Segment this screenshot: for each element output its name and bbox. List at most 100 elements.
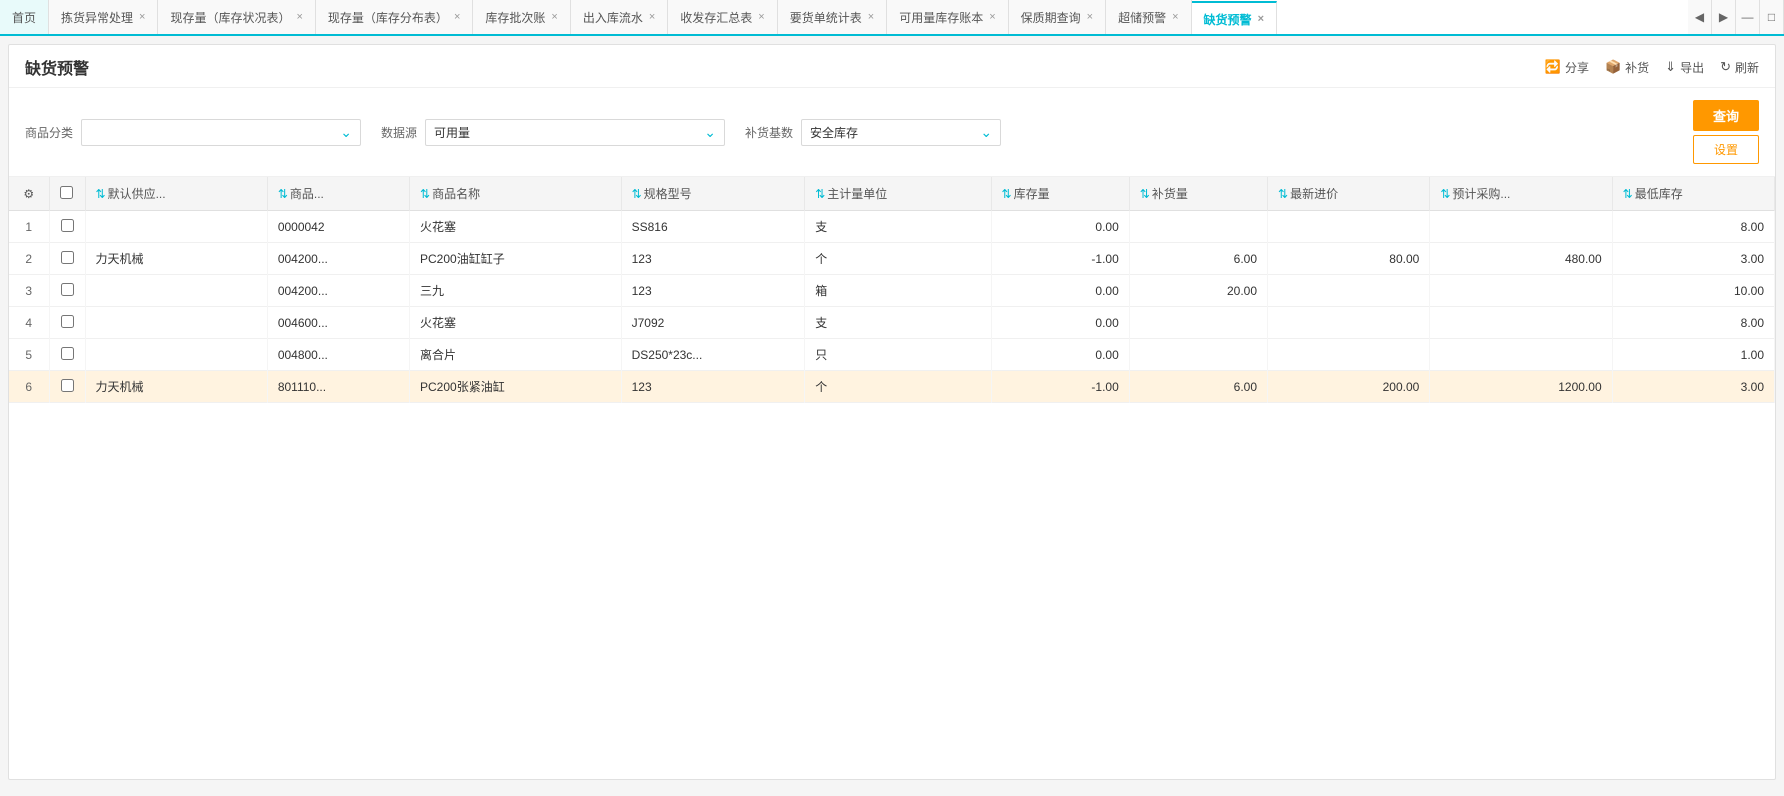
price-cell [1268,275,1430,307]
spec-cell: SS816 [621,211,805,243]
replenish-action[interactable]: 📦 补货 [1605,59,1649,76]
stock-column-header[interactable]: ⇅库存量 [991,177,1129,211]
replenish-cell [1129,211,1267,243]
tab-label-inventory-dist: 现存量（库存分布表） [328,9,448,26]
row-index: 3 [9,275,49,307]
tab-abnormal[interactable]: 拣货异常处理× [49,0,158,34]
tab-label-expiry-query: 保质期查询 [1021,9,1081,26]
tab-close-abnormal[interactable]: × [139,11,145,23]
tab-close-available-ledger[interactable]: × [989,11,995,23]
row-checkbox[interactable] [61,379,74,392]
category-select[interactable]: ⌄ [81,119,361,146]
gear-column-header[interactable]: ⚙ [9,177,49,211]
tab-home[interactable]: 首页 [0,0,49,34]
est-sort-icon: ⇅ [1440,187,1450,201]
name-column-header[interactable]: ⇅商品名称 [410,177,622,211]
est-purchase-column-header[interactable]: ⇅预计采购... [1430,177,1612,211]
replenish-column-header[interactable]: ⇅补货量 [1129,177,1267,211]
unit-cell: 只 [805,339,991,371]
category-arrow-icon: ⌄ [340,124,352,141]
settings-button[interactable]: 设置 [1693,135,1759,164]
row-checkbox[interactable] [61,219,74,232]
tab-shortage-warning[interactable]: 缺货预警× [1192,1,1277,34]
table-row: 2力天机械004200...PC200油缸缸子123个-1.006.0080.0… [9,243,1775,275]
tab-close-overstock-warning[interactable]: × [1172,11,1178,23]
supplier-column-header[interactable]: ⇅默认供应... [85,177,267,211]
refresh-icon: ↻ [1720,59,1731,75]
tab-close-collect-summary[interactable]: × [758,11,764,23]
tab-demand-stats[interactable]: 要货单统计表 × [778,0,887,34]
code-cell: 004200... [267,275,409,307]
query-button[interactable]: 查询 [1693,100,1759,131]
supplier-cell [85,339,267,371]
row-index: 6 [9,371,49,403]
price-column-label: 最新进价 [1290,187,1338,201]
tab-label-batch-account: 库存批次账 [485,9,545,26]
checkbox-column-header [49,177,85,211]
est-purchase-cell [1430,307,1612,339]
replenish-base-label: 补货基数 [745,124,793,141]
datasource-label: 数据源 [381,124,417,141]
unit-cell: 个 [805,371,991,403]
unit-column-header[interactable]: ⇅主计量单位 [805,177,991,211]
replenish-base-arrow-icon: ⌄ [980,124,992,141]
replenish-cell: 6.00 [1129,371,1267,403]
row-checkbox[interactable] [61,251,74,264]
tab-close-inventory-status[interactable]: × [296,11,302,23]
tab-available-ledger[interactable]: 可用量库存账本× [887,0,1008,34]
replenish-label: 补货 [1625,59,1649,76]
data-table: ⚙ ⇅默认供应... ⇅商品... ⇅商品名称 ⇅规格型号 ⇅主计量单位 ⇅库存… [9,177,1775,403]
replenish-base-value: 安全库存 [810,124,858,141]
tab-next-button[interactable]: ▶ [1712,0,1736,34]
tab-prev-button[interactable]: ◀ [1688,0,1712,34]
tab-close-demand-stats[interactable]: × [868,11,874,23]
tab-minimize-button[interactable]: — [1736,0,1760,34]
spec-column-header[interactable]: ⇅规格型号 [621,177,805,211]
export-action[interactable]: ⇓ 导出 [1665,59,1704,76]
min-stock-column-header[interactable]: ⇅最低库存 [1612,177,1774,211]
tab-close-expiry-query[interactable]: × [1087,11,1093,23]
tab-expiry-query[interactable]: 保质期查询 × [1009,0,1106,34]
price-column-header[interactable]: ⇅最新进价 [1268,177,1430,211]
supplier-cell [85,307,267,339]
replenish-base-select[interactable]: 安全库存 ⌄ [801,119,1001,146]
select-all-checkbox[interactable] [60,186,73,199]
row-checkbox[interactable] [61,347,74,360]
supplier-cell: 力天机械 [85,243,267,275]
refresh-action[interactable]: ↻ 刷新 [1720,59,1759,76]
share-action[interactable]: 🔁 分享 [1545,59,1589,76]
replenish-cell [1129,339,1267,371]
tab-batch-account[interactable]: 库存批次账 × [473,0,570,34]
tab-close-shortage-warning[interactable]: × [1258,13,1264,25]
code-column-label: 商品... [290,187,324,201]
tab-close-batch-account[interactable]: × [551,11,557,23]
price-cell [1268,307,1430,339]
tab-collect-summary[interactable]: 收发存汇总表× [668,0,777,34]
min-stock-cell: 3.00 [1612,371,1774,403]
name-cell: 火花塞 [410,307,622,339]
stock-cell: -1.00 [991,371,1129,403]
tab-label-demand-stats: 要货单统计表 [790,9,862,26]
tab-label-overstock-warning: 超储预警 [1118,9,1166,26]
datasource-select[interactable]: 可用量 ⌄ [425,119,725,146]
tab-inventory-dist[interactable]: 现存量（库存分布表） × [316,0,473,34]
tab-inventory-status[interactable]: 现存量（库存状况表）× [158,0,315,34]
tab-maximize-button[interactable]: □ [1760,0,1784,34]
tab-in-out-flow[interactable]: 出入库流水 × [571,0,668,34]
tab-overstock-warning[interactable]: 超储预警 × [1106,0,1191,34]
tab-close-in-out-flow[interactable]: × [649,11,655,23]
row-checkbox-cell [49,275,85,307]
row-checkbox[interactable] [61,315,74,328]
datasource-filter-group: 数据源 可用量 ⌄ [381,119,725,146]
name-cell: 三九 [410,275,622,307]
name-cell: PC200油缸缸子 [410,243,622,275]
tab-label-in-out-flow: 出入库流水 [583,9,643,26]
name-sort-icon: ⇅ [420,187,430,201]
row-checkbox[interactable] [61,283,74,296]
tab-close-inventory-dist[interactable]: × [454,11,460,23]
code-column-header[interactable]: ⇅商品... [267,177,409,211]
export-icon: ⇓ [1665,59,1676,75]
spec-column-label: 规格型号 [644,187,692,201]
code-sort-icon: ⇅ [278,187,288,201]
min-stock-cell: 8.00 [1612,307,1774,339]
